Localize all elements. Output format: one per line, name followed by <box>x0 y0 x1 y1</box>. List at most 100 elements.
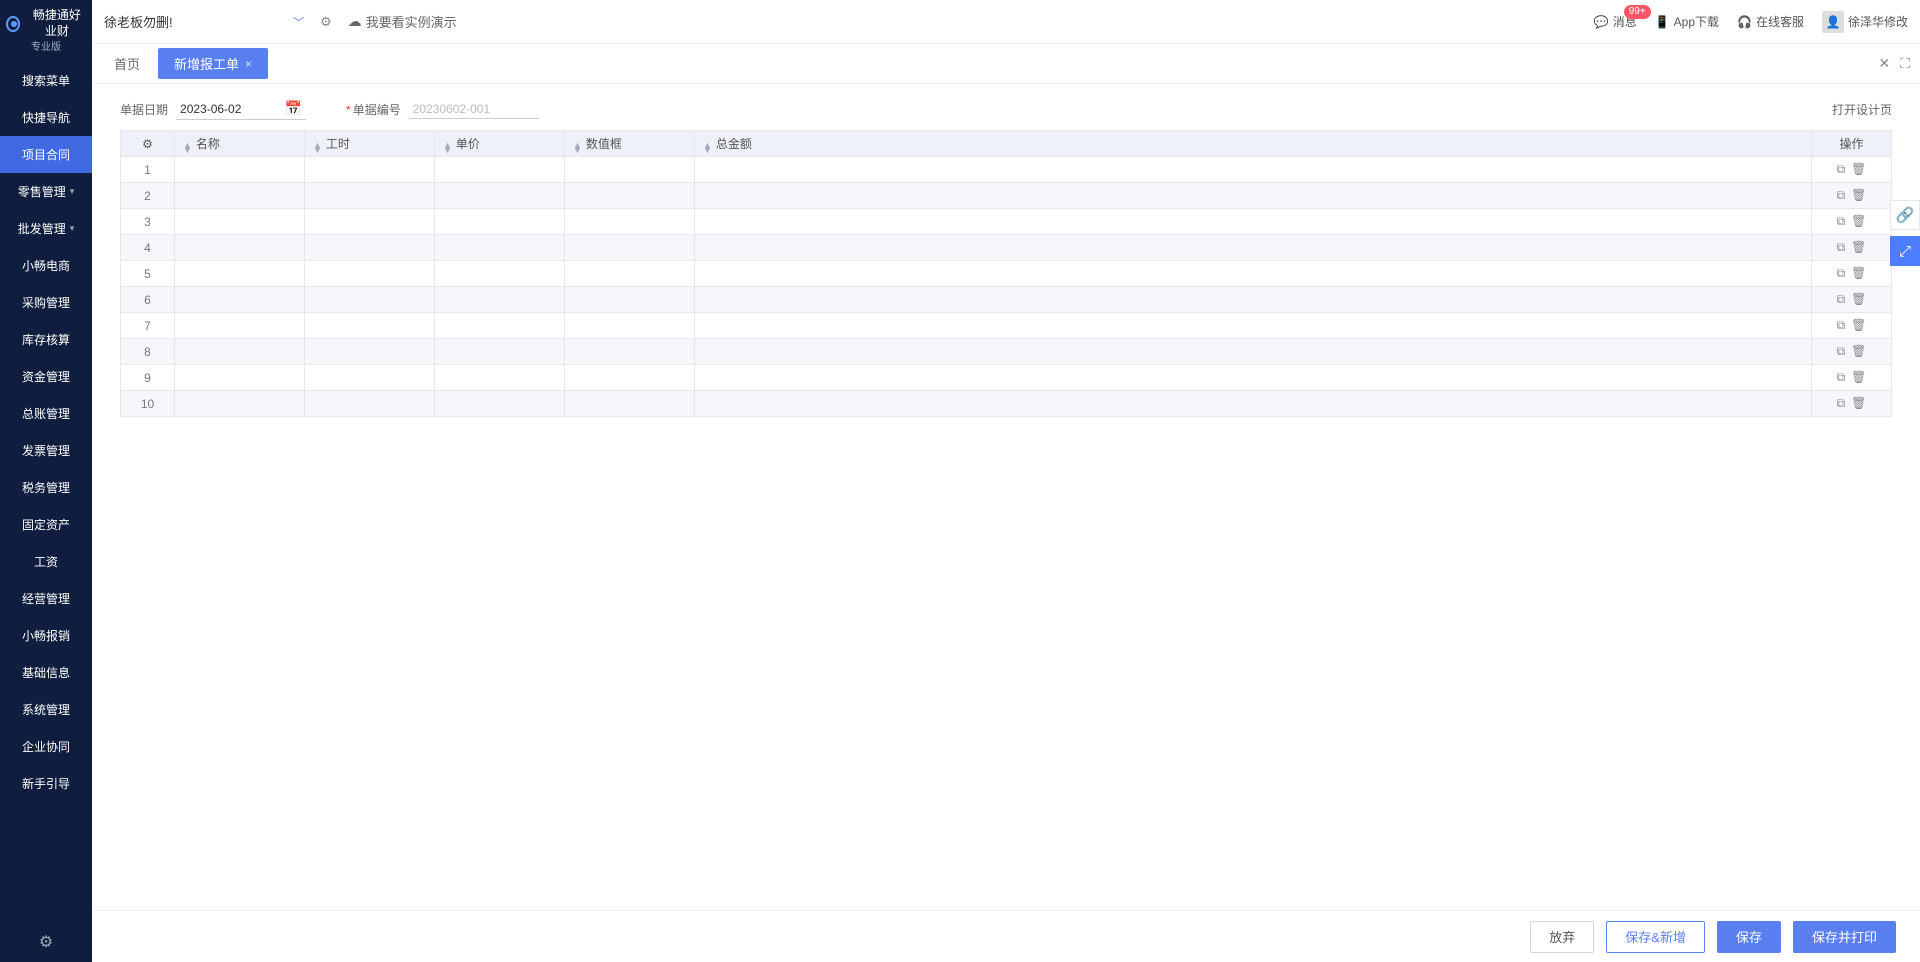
org-settings-icon[interactable]: ⚙ <box>320 14 332 30</box>
copy-row-icon[interactable]: ⧉ <box>1837 370 1846 384</box>
delete-row-icon[interactable]: 🗑 <box>1851 240 1866 254</box>
docno-input[interactable]: 20230602-001 <box>409 100 539 119</box>
save-and-print-button[interactable]: 保存并打印 <box>1793 921 1896 953</box>
sidebar-item-17[interactable]: 系统管理 <box>0 691 92 728</box>
cell[interactable] <box>175 183 305 209</box>
demo-link[interactable]: ☁ 我要看实例演示 <box>348 12 457 31</box>
customer-service-button[interactable]: 🎧 在线客服 <box>1737 13 1804 30</box>
cell[interactable] <box>305 235 435 261</box>
delete-row-icon[interactable]: 🗑 <box>1851 370 1866 384</box>
tab-new-work-report[interactable]: 新增报工单 × <box>158 48 268 79</box>
cell[interactable] <box>305 339 435 365</box>
fullscreen-icon[interactable]: ⛶ <box>1900 55 1910 72</box>
sidebar-item-7[interactable]: 库存核算 <box>0 321 92 358</box>
cell[interactable] <box>565 365 695 391</box>
cell[interactable] <box>695 157 1812 183</box>
delete-row-icon[interactable]: 🗑 <box>1851 188 1866 202</box>
sidebar-item-10[interactable]: 发票管理 <box>0 432 92 469</box>
cell[interactable] <box>435 183 565 209</box>
header-num[interactable]: ▲▼数值框 <box>565 131 695 157</box>
cell[interactable] <box>695 183 1812 209</box>
cell[interactable] <box>435 287 565 313</box>
close-icon[interactable]: × <box>245 57 252 71</box>
sidebar-item-19[interactable]: 新手引导 <box>0 765 92 802</box>
cell[interactable] <box>435 313 565 339</box>
cell[interactable] <box>175 287 305 313</box>
sidebar-item-11[interactable]: 税务管理 <box>0 469 92 506</box>
sidebar-item-1[interactable]: 快捷导航 <box>0 99 92 136</box>
cell[interactable] <box>305 209 435 235</box>
cell[interactable] <box>305 183 435 209</box>
expand-icon[interactable]: ⤢ <box>1890 236 1920 266</box>
header-total[interactable]: ▲▼总金额 <box>695 131 1812 157</box>
cell[interactable] <box>175 391 305 417</box>
copy-row-icon[interactable]: ⧉ <box>1837 344 1846 358</box>
app-download-button[interactable]: 📱 App下载 <box>1655 13 1719 30</box>
copy-row-icon[interactable]: ⧉ <box>1837 188 1846 202</box>
cell[interactable] <box>305 391 435 417</box>
sidebar-item-12[interactable]: 固定资产 <box>0 506 92 543</box>
copy-row-icon[interactable]: ⧉ <box>1837 240 1846 254</box>
user-menu[interactable]: 👤 徐泽华修改 <box>1822 11 1908 33</box>
cell[interactable] <box>435 365 565 391</box>
sidebar-item-3[interactable]: 零售管理▾ <box>0 173 92 210</box>
cell[interactable] <box>435 261 565 287</box>
cell[interactable] <box>175 235 305 261</box>
cell[interactable] <box>305 157 435 183</box>
copy-row-icon[interactable]: ⧉ <box>1837 266 1846 280</box>
cell[interactable] <box>175 209 305 235</box>
cell[interactable] <box>565 261 695 287</box>
cell[interactable] <box>565 391 695 417</box>
open-designer-link[interactable]: 打开设计页 <box>1832 101 1892 118</box>
attachment-icon[interactable]: 🔗 <box>1890 200 1920 230</box>
delete-row-icon[interactable]: 🗑 <box>1851 162 1866 176</box>
cell[interactable] <box>175 261 305 287</box>
delete-row-icon[interactable]: 🗑 <box>1851 396 1866 410</box>
cell[interactable] <box>695 339 1812 365</box>
cell[interactable] <box>695 391 1812 417</box>
sidebar-item-16[interactable]: 基础信息 <box>0 654 92 691</box>
cell[interactable] <box>435 209 565 235</box>
sidebar-item-0[interactable]: 搜索菜单 <box>0 62 92 99</box>
header-hours[interactable]: ▲▼工时 <box>305 131 435 157</box>
delete-row-icon[interactable]: 🗑 <box>1851 292 1866 306</box>
sidebar-item-8[interactable]: 资金管理 <box>0 358 92 395</box>
messages-button[interactable]: 💬 消息 99+ <box>1594 13 1637 30</box>
cell[interactable] <box>565 209 695 235</box>
cell[interactable] <box>565 235 695 261</box>
sidebar-item-15[interactable]: 小畅报销 <box>0 617 92 654</box>
cell[interactable] <box>175 365 305 391</box>
header-name[interactable]: ▲▼名称 <box>175 131 305 157</box>
cell[interactable] <box>175 339 305 365</box>
delete-row-icon[interactable]: 🗑 <box>1851 318 1866 332</box>
cell[interactable] <box>435 157 565 183</box>
cell[interactable] <box>175 313 305 339</box>
cell[interactable] <box>695 313 1812 339</box>
delete-row-icon[interactable]: 🗑 <box>1851 266 1866 280</box>
cell[interactable] <box>305 365 435 391</box>
sidebar-item-13[interactable]: 工资 <box>0 543 92 580</box>
close-all-icon[interactable]: ✕ <box>1878 55 1890 72</box>
sidebar-item-4[interactable]: 批发管理▾ <box>0 210 92 247</box>
cell[interactable] <box>565 313 695 339</box>
cell[interactable] <box>305 287 435 313</box>
cell[interactable] <box>565 287 695 313</box>
cell[interactable] <box>565 339 695 365</box>
cell[interactable] <box>695 287 1812 313</box>
sidebar-item-5[interactable]: 小畅电商 <box>0 247 92 284</box>
cell[interactable] <box>565 157 695 183</box>
org-selector[interactable]: 徐老板勿删! ﹀ <box>104 12 304 31</box>
copy-row-icon[interactable]: ⧉ <box>1837 396 1846 410</box>
header-price[interactable]: ▲▼单价 <box>435 131 565 157</box>
cell[interactable] <box>175 157 305 183</box>
cell[interactable] <box>565 183 695 209</box>
cell[interactable] <box>695 209 1812 235</box>
copy-row-icon[interactable]: ⧉ <box>1837 318 1846 332</box>
cell[interactable] <box>435 235 565 261</box>
sidebar-item-6[interactable]: 采购管理 <box>0 284 92 321</box>
tab-home[interactable]: 首页 <box>98 44 156 83</box>
sidebar-item-2[interactable]: 项目合同 <box>0 136 92 173</box>
sidebar-item-14[interactable]: 经营管理 <box>0 580 92 617</box>
cell[interactable] <box>305 313 435 339</box>
delete-row-icon[interactable]: 🗑 <box>1851 214 1866 228</box>
